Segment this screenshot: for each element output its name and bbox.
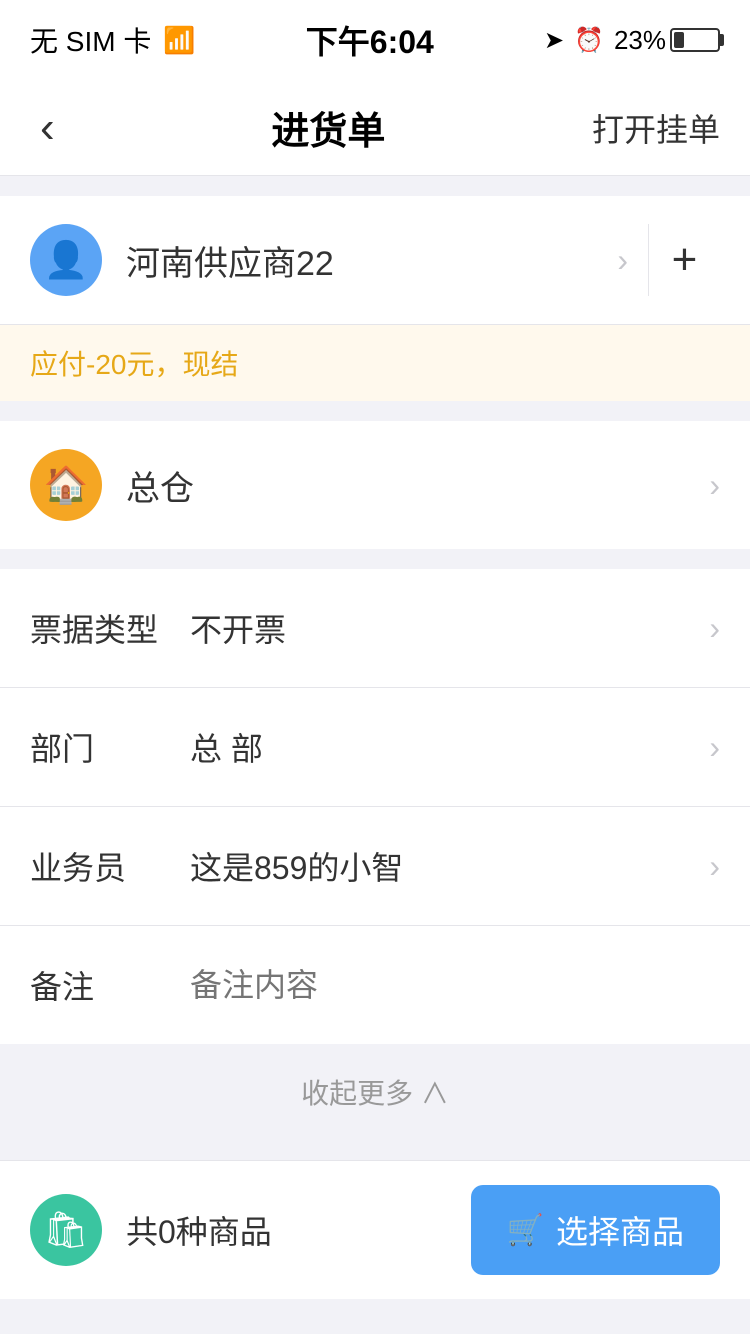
sales-chevron-icon: › bbox=[709, 848, 720, 885]
sales-row[interactable]: 业务员 这是859的小智 › bbox=[0, 807, 750, 926]
status-right: ➤ ⏰ 23% bbox=[544, 25, 720, 56]
battery-indicator: 23% bbox=[614, 25, 720, 56]
location-icon: ➤ bbox=[544, 26, 564, 55]
avatar-icon: 👤 bbox=[44, 239, 89, 281]
sales-label: 业务员 bbox=[30, 843, 170, 889]
invoice-value: 不开票 bbox=[190, 605, 699, 651]
supplier-avatar: 👤 bbox=[30, 224, 102, 296]
no-sim-text: 无 SIM 卡 bbox=[30, 20, 151, 60]
status-time: 下午6:04 bbox=[306, 17, 434, 63]
dept-label: 部门 bbox=[30, 724, 170, 770]
supplier-row[interactable]: 👤 河南供应商22 › + bbox=[0, 196, 750, 325]
bottom-bar: 🛍 共0种商品 🛒 选择商品 bbox=[0, 1160, 750, 1299]
select-product-label: 选择商品 bbox=[556, 1207, 684, 1253]
supplier-card: 👤 河南供应商22 › + 应付-20元，现结 bbox=[0, 196, 750, 401]
select-product-button[interactable]: 🛒 选择商品 bbox=[471, 1185, 720, 1275]
divider-3 bbox=[0, 549, 750, 569]
dept-chevron-icon: › bbox=[709, 729, 720, 766]
wifi-icon: 📶 bbox=[163, 25, 195, 56]
form-card: 票据类型 不开票 › 部门 总 部 › 业务员 这是859的小智 › 备注 bbox=[0, 569, 750, 1044]
warehouse-card: 🏠 总仓 › bbox=[0, 421, 750, 549]
nav-bar: ‹ 进货单 打开挂单 bbox=[0, 80, 750, 176]
alarm-icon: ⏰ bbox=[574, 26, 604, 55]
product-icon-wrap: 🛍 bbox=[30, 1194, 102, 1266]
divider-4 bbox=[0, 1140, 750, 1160]
back-button[interactable]: ‹ bbox=[30, 93, 65, 163]
invoice-label: 票据类型 bbox=[30, 605, 170, 651]
invoice-chevron-icon: › bbox=[709, 610, 720, 647]
battery-bar bbox=[670, 28, 720, 52]
shopping-bag-icon: 🛍 bbox=[43, 1209, 89, 1251]
dept-row[interactable]: 部门 总 部 › bbox=[0, 688, 750, 807]
sales-value: 这是859的小智 bbox=[190, 843, 699, 889]
divider-2 bbox=[0, 401, 750, 421]
page-title: 进货单 bbox=[271, 100, 385, 155]
select-product-icon: 🛒 bbox=[507, 1213, 544, 1248]
warehouse-row[interactable]: 🏠 总仓 › bbox=[0, 421, 750, 549]
status-left: 无 SIM 卡 📶 bbox=[30, 20, 196, 60]
warehouse-name: 总仓 bbox=[126, 461, 699, 510]
notice-bar: 应付-20元，现结 bbox=[0, 325, 750, 401]
supplier-chevron-icon: › bbox=[617, 242, 628, 279]
supplier-name: 河南供应商22 bbox=[126, 236, 607, 285]
collapse-label: 收起更多 ∧ bbox=[301, 1072, 449, 1112]
house-icon: 🏠 bbox=[44, 464, 89, 506]
warehouse-chevron-icon: › bbox=[709, 467, 720, 504]
battery-fill bbox=[674, 32, 684, 48]
battery-percent-text: 23% bbox=[614, 25, 666, 56]
plus-icon: + bbox=[672, 235, 698, 285]
product-count: 共0种商品 bbox=[126, 1207, 447, 1253]
open-pending-button[interactable]: 打开挂单 bbox=[592, 105, 720, 151]
collapse-row[interactable]: 收起更多 ∧ bbox=[0, 1044, 750, 1140]
invoice-type-row[interactable]: 票据类型 不开票 › bbox=[0, 569, 750, 688]
dept-value: 总 部 bbox=[190, 724, 699, 770]
note-row[interactable]: 备注 bbox=[0, 926, 750, 1044]
divider-1 bbox=[0, 176, 750, 196]
note-input[interactable] bbox=[190, 967, 720, 1004]
add-supplier-button[interactable]: + bbox=[648, 224, 720, 296]
note-label: 备注 bbox=[30, 962, 170, 1008]
notice-text: 应付-20元，现结 bbox=[30, 349, 238, 380]
status-bar: 无 SIM 卡 📶 下午6:04 ➤ ⏰ 23% bbox=[0, 0, 750, 80]
warehouse-icon-wrap: 🏠 bbox=[30, 449, 102, 521]
